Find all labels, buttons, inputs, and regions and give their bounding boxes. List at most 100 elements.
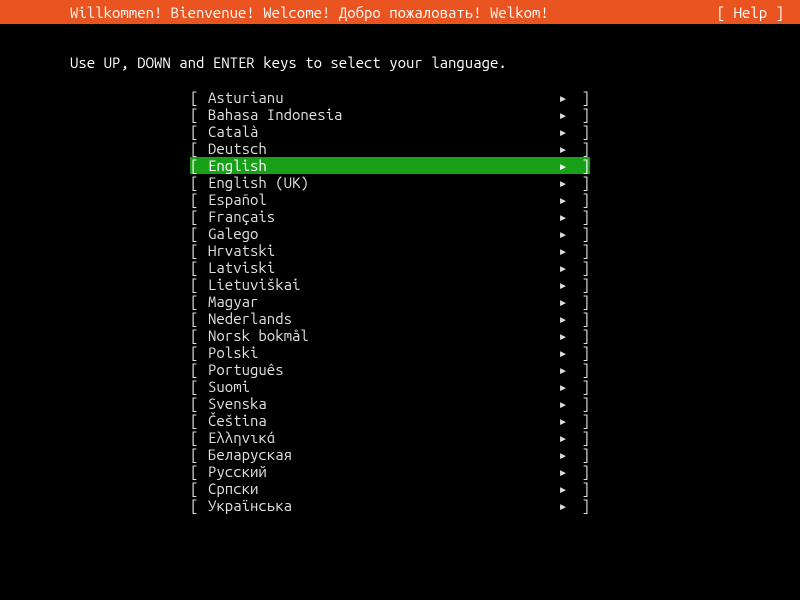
- language-item[interactable]: [ Українська▸ ]: [190, 497, 590, 514]
- bracket-close: ]: [572, 378, 590, 395]
- bracket-open: [: [190, 344, 208, 361]
- arrow-right-icon: ▸: [554, 191, 572, 208]
- arrow-right-icon: ▸: [554, 293, 572, 310]
- arrow-right-icon: ▸: [554, 276, 572, 293]
- language-item[interactable]: [ Português▸ ]: [190, 361, 590, 378]
- language-item[interactable]: [ Čeština▸ ]: [190, 412, 590, 429]
- language-item[interactable]: [ Српски▸ ]: [190, 480, 590, 497]
- bracket-open: [: [190, 89, 208, 106]
- bracket-close: ]: [572, 344, 590, 361]
- language-name: Español: [208, 191, 554, 208]
- arrow-right-icon: ▸: [554, 327, 572, 344]
- language-name: Magyar: [208, 293, 554, 310]
- language-name: Polski: [208, 344, 554, 361]
- language-item[interactable]: [ Català▸ ]: [190, 123, 590, 140]
- arrow-right-icon: ▸: [554, 395, 572, 412]
- bracket-close: ]: [572, 429, 590, 446]
- language-item[interactable]: [ Latviski▸ ]: [190, 259, 590, 276]
- bracket-close: ]: [572, 191, 590, 208]
- bracket-close: ]: [572, 259, 590, 276]
- bracket-close: ]: [572, 225, 590, 242]
- bracket-close: ]: [572, 208, 590, 225]
- language-name: Русский: [208, 463, 554, 480]
- arrow-right-icon: ▸: [554, 429, 572, 446]
- bracket-open: [: [190, 395, 208, 412]
- bracket-close: ]: [572, 89, 590, 106]
- language-name: Nederlands: [208, 310, 554, 327]
- bracket-close: ]: [572, 276, 590, 293]
- bracket-close: ]: [572, 327, 590, 344]
- language-name: Lietuviškai: [208, 276, 554, 293]
- arrow-right-icon: ▸: [554, 259, 572, 276]
- bracket-open: [: [190, 191, 208, 208]
- bracket-open: [: [190, 310, 208, 327]
- language-name: Hrvatski: [208, 242, 554, 259]
- arrow-right-icon: ▸: [554, 344, 572, 361]
- arrow-right-icon: ▸: [554, 361, 572, 378]
- language-name: Français: [208, 208, 554, 225]
- language-name: Српски: [208, 480, 554, 497]
- language-item[interactable]: [ English▸ ]: [190, 157, 590, 174]
- bracket-open: [: [190, 429, 208, 446]
- language-name: Deutsch: [208, 140, 554, 157]
- help-button[interactable]: [ Help ]: [717, 4, 784, 21]
- bracket-open: [: [190, 225, 208, 242]
- bracket-close: ]: [572, 480, 590, 497]
- arrow-right-icon: ▸: [554, 208, 572, 225]
- arrow-right-icon: ▸: [554, 106, 572, 123]
- language-item[interactable]: [ Suomi▸ ]: [190, 378, 590, 395]
- language-name: Norsk bokmål: [208, 327, 554, 344]
- language-item[interactable]: [ Lietuviškai▸ ]: [190, 276, 590, 293]
- header-title: Willkommen! Bienvenue! Welcome! Добро по…: [70, 4, 549, 21]
- language-item[interactable]: [ Bahasa Indonesia▸ ]: [190, 106, 590, 123]
- language-name: Ελληνικά: [208, 429, 554, 446]
- language-item[interactable]: [ Русский▸ ]: [190, 463, 590, 480]
- bracket-open: [: [190, 293, 208, 310]
- bracket-close: ]: [572, 157, 590, 174]
- language-name: Português: [208, 361, 554, 378]
- bracket-close: ]: [572, 463, 590, 480]
- language-name: Latviski: [208, 259, 554, 276]
- language-item[interactable]: [ Svenska▸ ]: [190, 395, 590, 412]
- language-item[interactable]: [ Polski▸ ]: [190, 344, 590, 361]
- bracket-open: [: [190, 123, 208, 140]
- language-item[interactable]: [ Asturianu▸ ]: [190, 89, 590, 106]
- arrow-right-icon: ▸: [554, 89, 572, 106]
- arrow-right-icon: ▸: [554, 497, 572, 514]
- arrow-right-icon: ▸: [554, 123, 572, 140]
- bracket-close: ]: [572, 242, 590, 259]
- bracket-close: ]: [572, 293, 590, 310]
- bracket-close: ]: [572, 361, 590, 378]
- language-name: Asturianu: [208, 89, 554, 106]
- arrow-right-icon: ▸: [554, 463, 572, 480]
- language-item[interactable]: [ Galego▸ ]: [190, 225, 590, 242]
- bracket-open: [: [190, 242, 208, 259]
- language-name: Català: [208, 123, 554, 140]
- language-name: Suomi: [208, 378, 554, 395]
- arrow-right-icon: ▸: [554, 378, 572, 395]
- bracket-open: [: [190, 208, 208, 225]
- language-item[interactable]: [ Nederlands▸ ]: [190, 310, 590, 327]
- instruction-text: Use UP, DOWN and ENTER keys to select yo…: [70, 54, 800, 71]
- bracket-open: [: [190, 276, 208, 293]
- arrow-right-icon: ▸: [554, 310, 572, 327]
- language-item[interactable]: [ Norsk bokmål▸ ]: [190, 327, 590, 344]
- bracket-open: [: [190, 446, 208, 463]
- bracket-open: [: [190, 157, 208, 174]
- language-item[interactable]: [ Ελληνικά▸ ]: [190, 429, 590, 446]
- language-list: [ Asturianu▸ ][ Bahasa Indonesia▸ ][ Cat…: [190, 89, 590, 514]
- language-item[interactable]: [ Français▸ ]: [190, 208, 590, 225]
- bracket-open: [: [190, 327, 208, 344]
- language-item[interactable]: [ Deutsch▸ ]: [190, 140, 590, 157]
- language-name: Беларуская: [208, 446, 554, 463]
- language-name: English (UK): [208, 174, 554, 191]
- bracket-close: ]: [572, 497, 590, 514]
- language-item[interactable]: [ Magyar▸ ]: [190, 293, 590, 310]
- language-item[interactable]: [ English (UK)▸ ]: [190, 174, 590, 191]
- language-item[interactable]: [ Hrvatski▸ ]: [190, 242, 590, 259]
- language-item[interactable]: [ Español▸ ]: [190, 191, 590, 208]
- bracket-close: ]: [572, 310, 590, 327]
- bracket-close: ]: [572, 395, 590, 412]
- arrow-right-icon: ▸: [554, 242, 572, 259]
- language-item[interactable]: [ Беларуская▸ ]: [190, 446, 590, 463]
